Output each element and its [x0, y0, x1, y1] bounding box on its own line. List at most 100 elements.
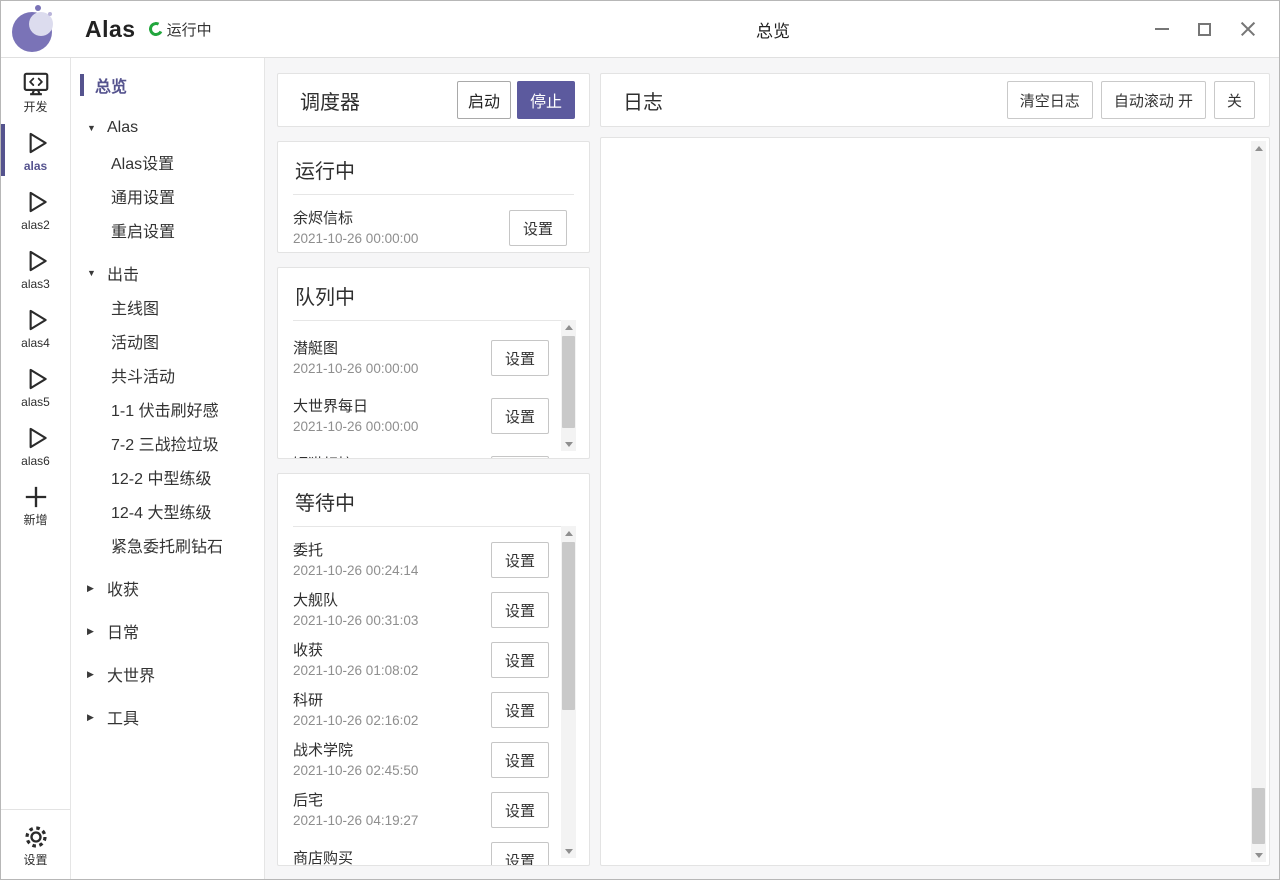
- rail-item[interactable]: alas: [1, 122, 70, 178]
- nav-item-label: 出击: [107, 261, 139, 285]
- task-setting-button[interactable]: 设置: [491, 842, 549, 866]
- nav-item[interactable]: 7-2 三战捡垃圾: [71, 426, 264, 460]
- autoscroll-on-button[interactable]: 自动滚动 开: [1101, 81, 1206, 119]
- nav-item-label: 日常: [107, 619, 139, 643]
- nav-item[interactable]: ▶ 工具: [71, 700, 264, 734]
- running-status: 运行中: [149, 19, 212, 40]
- rail-item[interactable]: alas3: [1, 240, 70, 296]
- nav-item[interactable]: 12-4 大型练级: [71, 494, 264, 528]
- task-setting-button[interactable]: 设置: [491, 742, 549, 778]
- task-row: 短猫相接 2021-10-26 00:00:00 设置: [293, 445, 549, 459]
- pending-scrollbar-thumb[interactable]: [562, 336, 575, 428]
- group-arrow-icon: ▼: [87, 123, 100, 133]
- task-setting-button[interactable]: 设置: [491, 456, 549, 459]
- rail-item[interactable]: 新增: [1, 476, 70, 532]
- nav-item-label: 12-2 中型练级: [111, 465, 211, 489]
- task-info: 后宅 2021-10-26 04:19:27: [293, 791, 491, 829]
- group-arrow-icon: ▶: [87, 583, 100, 594]
- nav-item[interactable]: ▶ 日常: [71, 614, 264, 648]
- maximize-icon: [1198, 23, 1211, 36]
- nav-item[interactable]: 紧急委托刷钻石: [71, 528, 264, 562]
- stop-button[interactable]: 停止: [517, 81, 575, 119]
- task-setting-button[interactable]: 设置: [491, 792, 549, 828]
- nav-item[interactable]: 1-1 伏击刷好感: [71, 392, 264, 426]
- rail-item-label: alas5: [21, 395, 50, 409]
- nav-item[interactable]: 活动图: [71, 324, 264, 358]
- task-info: 大舰队 2021-10-26 00:31:03: [293, 591, 491, 629]
- rail-item-label: 开发: [23, 100, 47, 114]
- nav-item[interactable]: 12-2 中型练级: [71, 460, 264, 494]
- task-setting-button[interactable]: 设置: [491, 642, 549, 678]
- nav-item[interactable]: 重启设置: [71, 213, 264, 247]
- scroll-down-icon[interactable]: [1251, 848, 1266, 862]
- nav-item-label: 收获: [107, 576, 139, 600]
- scroll-up-icon[interactable]: [561, 320, 576, 334]
- task-setting-button[interactable]: 设置: [491, 692, 549, 728]
- task-next-run-time: 2021-10-26 00:00:00: [293, 419, 491, 435]
- task-row: 潜艇图 2021-10-26 00:00:00 设置: [293, 329, 549, 387]
- instance-rail: 开发 alas alas2 alas3 alas4 alas5 alas6 新增…: [1, 58, 71, 879]
- scroll-down-icon[interactable]: [561, 437, 576, 451]
- log-title: 日志: [623, 86, 999, 115]
- task-setting-button[interactable]: 设置: [491, 340, 549, 376]
- task-name: 后宅: [293, 791, 491, 810]
- play-icon: [21, 305, 51, 335]
- waiting-panel: 等待中 委托 2021-10-26 00:24:14 设置 大舰队 2021-1…: [277, 473, 590, 866]
- task-info: 收获 2021-10-26 01:08:02: [293, 641, 491, 679]
- task-setting-button[interactable]: 设置: [509, 210, 567, 246]
- rail-item[interactable]: 开发: [1, 63, 70, 119]
- rail-item[interactable]: alas6: [1, 417, 70, 473]
- maximize-button[interactable]: [1183, 1, 1226, 57]
- nav-item[interactable]: ▼ Alas: [71, 111, 264, 145]
- page-title: 总览: [756, 17, 790, 42]
- nav-item[interactable]: ▼ 出击: [71, 256, 264, 290]
- pending-scrollbar[interactable]: [561, 320, 576, 451]
- rail-item[interactable]: alas4: [1, 299, 70, 355]
- log-scrollbar-thumb[interactable]: [1252, 788, 1265, 844]
- rail-item-label: alas: [24, 159, 47, 173]
- task-setting-button[interactable]: 设置: [491, 592, 549, 628]
- nav-item[interactable]: 通用设置: [71, 179, 264, 213]
- waiting-scrollbar-thumb[interactable]: [562, 542, 575, 710]
- rail-bottom: 设置: [1, 809, 70, 879]
- rail-item[interactable]: alas2: [1, 181, 70, 237]
- play-icon: [21, 246, 51, 276]
- start-button[interactable]: 启动: [457, 81, 511, 119]
- nav-item[interactable]: ▶ 大世界: [71, 657, 264, 691]
- scroll-down-icon[interactable]: [561, 844, 576, 858]
- play-icon: [21, 187, 51, 217]
- rail-item[interactable]: 设置: [1, 816, 70, 872]
- autoscroll-off-button[interactable]: 关: [1214, 81, 1255, 119]
- rail-item-label: 设置: [23, 853, 47, 867]
- rail-item-label: alas2: [21, 218, 50, 232]
- close-button[interactable]: [1226, 1, 1269, 57]
- nav-item[interactable]: 总览: [71, 68, 264, 102]
- nav-item[interactable]: Alas设置: [71, 145, 264, 179]
- task-setting-button[interactable]: 设置: [491, 542, 549, 578]
- plus-icon: [21, 482, 51, 512]
- scroll-up-icon[interactable]: [1251, 141, 1266, 155]
- task-info: 短猫相接 2021-10-26 00:00:00: [293, 455, 491, 459]
- nav-item[interactable]: 共斗活动: [71, 358, 264, 392]
- task-next-run-time: 2021-10-26 00:00:00: [293, 361, 491, 377]
- nav-item-label: 主线图: [111, 295, 159, 319]
- rail-item[interactable]: alas5: [1, 358, 70, 414]
- nav-item[interactable]: 主线图: [71, 290, 264, 324]
- task-row: 委托 2021-10-26 00:24:14 设置: [293, 535, 549, 585]
- scroll-up-icon[interactable]: [561, 526, 576, 540]
- group-arrow-icon: ▶: [87, 626, 100, 637]
- running-section-title: 运行中: [293, 142, 574, 195]
- task-info: 科研 2021-10-26 02:16:02: [293, 691, 491, 729]
- waiting-scrollbar[interactable]: [561, 526, 576, 858]
- minimize-button[interactable]: [1140, 1, 1183, 57]
- task-name: 大世界每日: [293, 397, 491, 416]
- task-setting-button[interactable]: 设置: [491, 398, 549, 434]
- task-next-run-time: 2021-10-26 00:31:03: [293, 613, 491, 629]
- nav-item-label: 大世界: [107, 662, 155, 686]
- waiting-task-list: 委托 2021-10-26 00:24:14 设置 大舰队 2021-10-26…: [278, 527, 589, 866]
- nav-item[interactable]: ▶ 收获: [71, 571, 264, 605]
- clear-log-button[interactable]: 清空日志: [1007, 81, 1093, 119]
- log-scrollbar[interactable]: [1251, 141, 1266, 862]
- rail-item-label: alas6: [21, 454, 50, 468]
- task-name: 潜艇图: [293, 339, 491, 358]
